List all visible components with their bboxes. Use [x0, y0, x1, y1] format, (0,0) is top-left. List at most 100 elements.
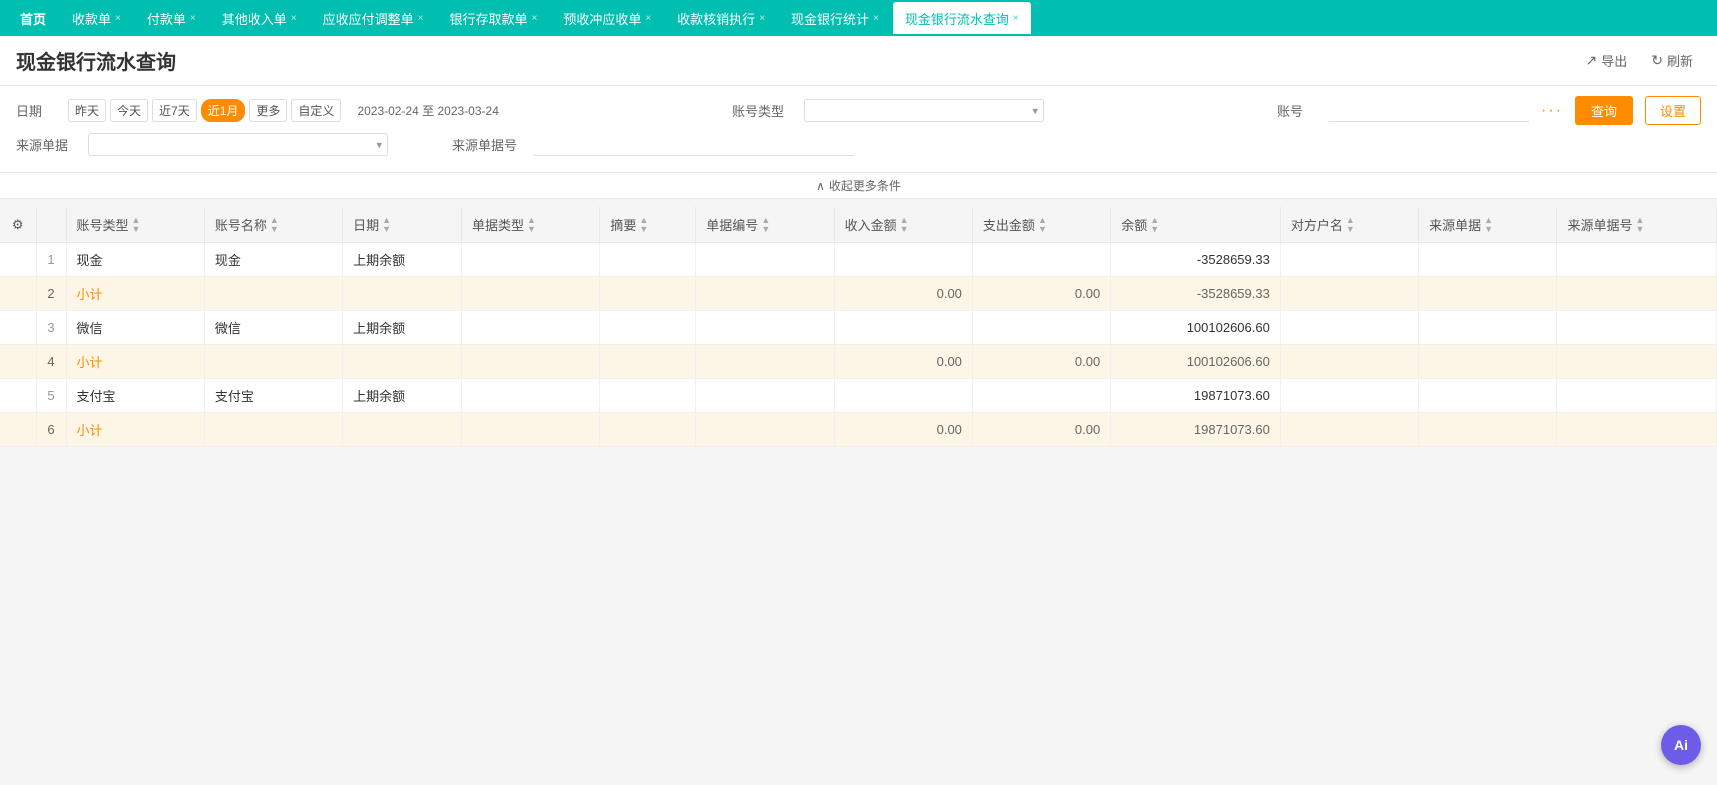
table-cell — [1557, 345, 1717, 379]
table-cell — [600, 345, 696, 379]
nav-tab-cash-bank-flow[interactable]: 现金银行流水查询 × — [893, 2, 1031, 34]
column-balance[interactable]: 余额 ▲▼ — [1111, 207, 1281, 243]
nav-home[interactable]: 首页 — [8, 2, 58, 34]
source-voucher-select[interactable] — [88, 133, 388, 156]
sort-icon: ▲▼ — [761, 216, 770, 234]
table-cell — [204, 345, 342, 379]
table-cell — [696, 243, 834, 277]
table-cell: 小计 — [66, 413, 204, 447]
column-account-type[interactable]: 账号类型 ▲▼ — [66, 207, 204, 243]
close-icon[interactable]: × — [873, 13, 879, 24]
table-cell — [1419, 345, 1557, 379]
table-cell — [204, 413, 342, 447]
column-voucher-type[interactable]: 单据类型 ▲▼ — [462, 207, 600, 243]
account-type-select[interactable] — [804, 99, 1044, 122]
collapse-row: ∧ 收起更多条件 — [0, 173, 1717, 199]
table-body: 1现金现金上期余额-3528659.332小计0.000.00-3528659.… — [0, 243, 1717, 447]
column-source-voucher[interactable]: 来源单据 ▲▼ — [1419, 207, 1557, 243]
column-summary[interactable]: 摘要 ▲▼ — [600, 207, 696, 243]
column-source-voucher-no[interactable]: 来源单据号 ▲▼ — [1557, 207, 1717, 243]
account-dots-button[interactable]: ··· — [1541, 102, 1563, 120]
table-cell — [1280, 413, 1418, 447]
column-account-name[interactable]: 账号名称 ▲▼ — [204, 207, 342, 243]
source-voucher-select-wrapper: ▾ — [88, 133, 388, 156]
nav-tab-other-income[interactable]: 其他收入单 × — [210, 2, 309, 34]
table-cell — [1280, 277, 1418, 311]
column-counterparty[interactable]: 对方户名 ▲▼ — [1280, 207, 1418, 243]
table-cell — [600, 277, 696, 311]
date-btn-custom[interactable]: 自定义 — [291, 99, 341, 122]
date-range-display: 2023-02-24 至 2023-03-24 — [357, 102, 498, 119]
sort-icon: ▲▼ — [270, 216, 279, 234]
table-row: 4小计0.000.00100102606.60 — [0, 345, 1717, 379]
table-cell: 3 — [36, 311, 66, 345]
export-icon: ↗ — [1586, 52, 1598, 69]
table-cell: 微信 — [204, 311, 342, 345]
table-row: 3微信微信上期余额100102606.60 — [0, 311, 1717, 345]
settings-button[interactable]: 设置 — [1645, 96, 1701, 125]
column-gear[interactable]: ⚙ — [0, 207, 36, 243]
close-icon[interactable]: × — [1013, 13, 1019, 24]
source-voucher-no-input[interactable] — [534, 134, 854, 156]
nav-tab-receipts[interactable]: 收款单 × — [60, 2, 133, 34]
page-header: 现金银行流水查询 ↗ 导出 ↻ 刷新 — [0, 36, 1717, 86]
close-icon[interactable]: × — [645, 13, 651, 24]
table-cell — [343, 345, 462, 379]
ai-badge[interactable]: Ai — [1661, 725, 1701, 765]
refresh-button[interactable]: ↻ 刷新 — [1643, 47, 1701, 74]
table-cell — [834, 379, 972, 413]
nav-tab-advance-offset[interactable]: 预收冲应收单 × — [551, 2, 663, 34]
account-type-label: 账号类型 — [732, 101, 792, 120]
table-cell: 现金 — [66, 243, 204, 277]
table-cell — [1280, 243, 1418, 277]
column-voucher-no[interactable]: 单据编号 ▲▼ — [696, 207, 834, 243]
table-cell — [1280, 311, 1418, 345]
nav-tab-adjustments[interactable]: 应收应付调整单 × — [311, 2, 436, 34]
sort-icon: ▲▼ — [1346, 216, 1355, 234]
table-cell: 4 — [36, 345, 66, 379]
table-cell — [600, 311, 696, 345]
column-date[interactable]: 日期 ▲▼ — [343, 207, 462, 243]
date-btn-7days[interactable]: 近7天 — [152, 99, 197, 122]
column-expense[interactable]: 支出金额 ▲▼ — [972, 207, 1110, 243]
table-cell: 支付宝 — [66, 379, 204, 413]
table-cell — [600, 413, 696, 447]
account-input[interactable] — [1329, 100, 1529, 122]
table-cell — [1419, 311, 1557, 345]
close-icon[interactable]: × — [759, 13, 765, 24]
close-icon[interactable]: × — [115, 13, 121, 24]
table-cell — [1419, 277, 1557, 311]
sort-icon: ▲▼ — [900, 216, 909, 234]
close-icon[interactable]: × — [190, 13, 196, 24]
close-icon[interactable]: × — [291, 13, 297, 24]
table-cell: 0.00 — [834, 277, 972, 311]
date-btn-today[interactable]: 今天 — [110, 99, 148, 122]
column-income[interactable]: 收入金额 ▲▼ — [834, 207, 972, 243]
table-cell: 0.00 — [834, 345, 972, 379]
collapse-button[interactable]: ∧ 收起更多条件 — [816, 177, 901, 194]
table-cell — [0, 413, 36, 447]
table-row: 6小计0.000.0019871073.60 — [0, 413, 1717, 447]
table-cell: 上期余额 — [343, 243, 462, 277]
date-btn-yesterday[interactable]: 昨天 — [68, 99, 106, 122]
nav-tab-payments[interactable]: 付款单 × — [135, 2, 208, 34]
table-cell: 小计 — [66, 345, 204, 379]
close-icon[interactable]: × — [418, 13, 424, 24]
table-cell — [462, 311, 600, 345]
table-cell: 100102606.60 — [1111, 311, 1281, 345]
nav-tab-collection-exec[interactable]: 收款核销执行 × — [665, 2, 777, 34]
nav-tab-cash-bank-stats[interactable]: 现金银行统计 × — [779, 2, 891, 34]
date-btn-more[interactable]: 更多 — [249, 99, 287, 122]
query-button[interactable]: 查询 — [1575, 96, 1633, 125]
sort-icon: ▲▼ — [1038, 216, 1047, 234]
sort-icon: ▲▼ — [1635, 216, 1644, 234]
export-button[interactable]: ↗ 导出 — [1578, 47, 1636, 74]
close-icon[interactable]: × — [531, 13, 537, 24]
table-cell — [0, 345, 36, 379]
table-cell: 0.00 — [972, 413, 1110, 447]
date-btn-1month[interactable]: 近1月 — [201, 99, 246, 122]
nav-tab-bank-deposits[interactable]: 银行存取款单 × — [437, 2, 549, 34]
filter-area: 日期 昨天 今天 近7天 近1月 更多 自定义 2023-02-24 至 202… — [0, 86, 1717, 173]
table-cell: 2 — [36, 277, 66, 311]
table-cell: 支付宝 — [204, 379, 342, 413]
